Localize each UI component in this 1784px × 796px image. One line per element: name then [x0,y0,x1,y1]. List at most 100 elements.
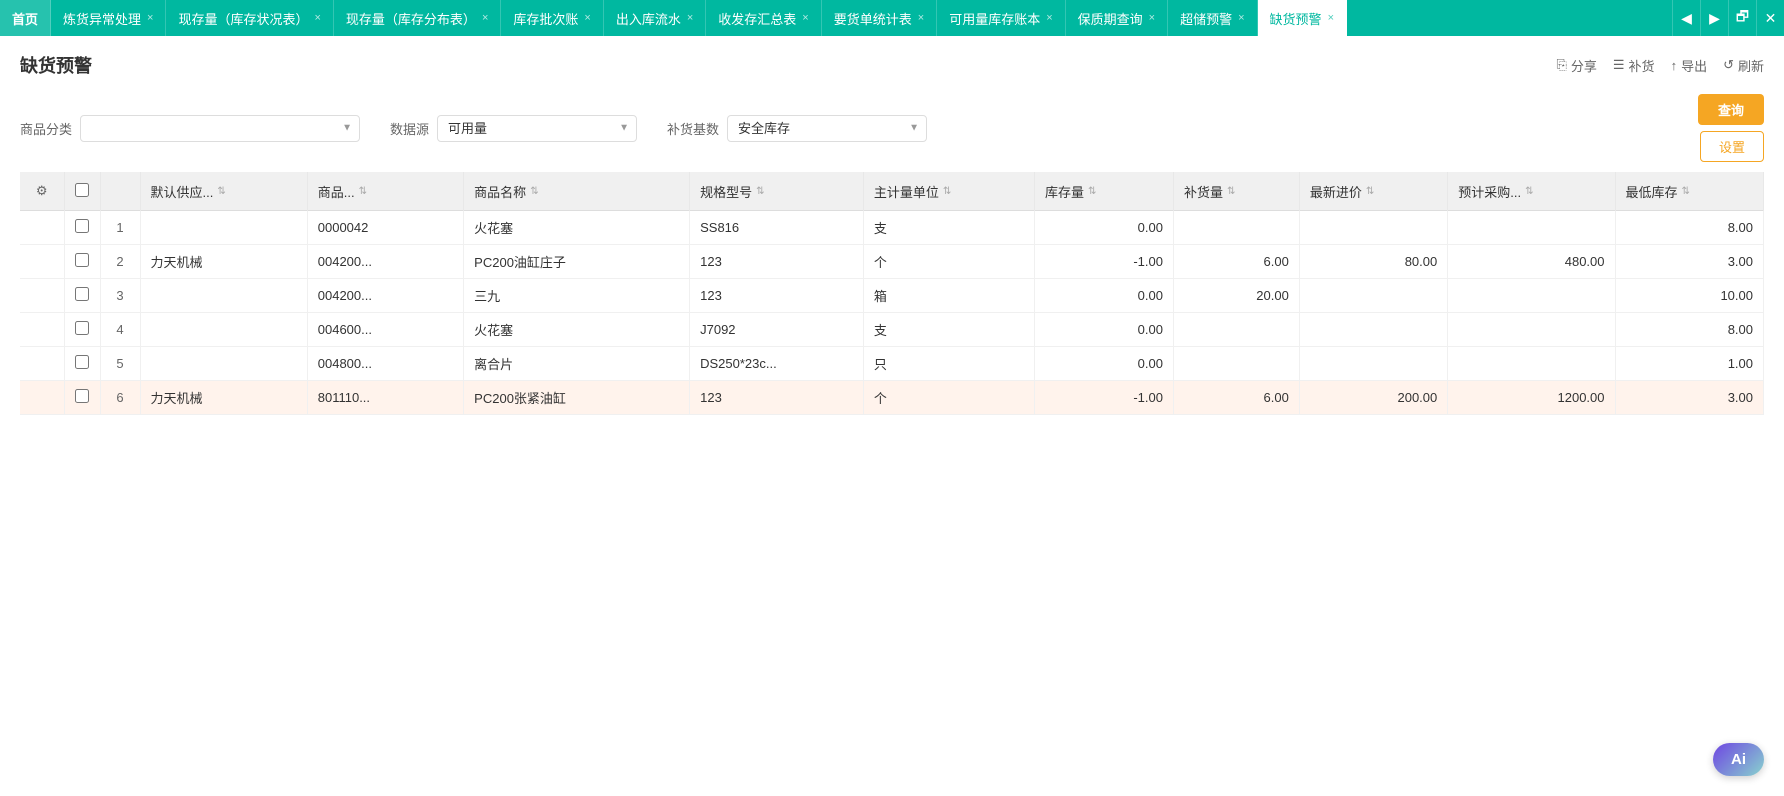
refresh-button[interactable]: ↺ 刷新 [1723,56,1764,75]
row-gear [20,245,64,279]
select-all-checkbox[interactable] [75,183,89,197]
column-header-unit[interactable]: 主计量单位 ⇅ [863,172,1034,211]
row-select-checkbox[interactable] [75,219,89,233]
close-icon[interactable]: × [314,12,320,24]
row-latest-price [1299,279,1447,313]
row-stock: -1.00 [1034,245,1173,279]
export-button[interactable]: ↑ 导出 [1671,56,1708,75]
close-icon[interactable]: × [147,12,153,24]
row-select-checkbox[interactable] [75,321,89,335]
close-icon[interactable]: × [802,12,808,24]
row-checkbox[interactable] [64,313,100,347]
replenish-select[interactable]: 安全库存 [727,115,927,142]
column-header-supplier[interactable]: 默认供应... ⇅ [140,172,307,211]
row-select-checkbox[interactable] [75,287,89,301]
nav-tab-defect[interactable]: 炼货异常处理 × [51,0,166,36]
row-gear [20,279,64,313]
close-icon[interactable]: × [1238,12,1244,24]
row-name: 火花塞 [464,313,690,347]
column-header-min-stock[interactable]: 最低库存 ⇅ [1615,172,1764,211]
nav-tab-stock-status[interactable]: 现存量（库存状况表） × [166,0,333,36]
row-unit: 只 [863,347,1034,381]
row-stock: -1.00 [1034,381,1173,415]
nav-tab-batch[interactable]: 库存批次账 × [501,0,603,36]
row-replenish-qty [1173,211,1299,245]
close-window-button[interactable]: ✕ [1756,0,1784,36]
row-stock: 0.00 [1034,279,1173,313]
page-title: 缺货预警 [20,52,92,78]
settings-button[interactable]: 设置 [1700,131,1764,162]
replenish-select-wrapper: 安全库存 [727,115,927,142]
close-icon[interactable]: × [1328,12,1334,24]
column-header-stock[interactable]: 库存量 ⇅ [1034,172,1173,211]
row-select-checkbox[interactable] [75,355,89,369]
column-header-replenish[interactable]: 补货量 ⇅ [1173,172,1299,211]
close-icon[interactable]: × [584,12,590,24]
gear-icon[interactable]: ⚙ [31,180,53,202]
row-min-stock: 8.00 [1615,313,1764,347]
column-header-name[interactable]: 商品名称 ⇅ [464,172,690,211]
share-button[interactable]: ⎘ 分享 [1556,56,1596,75]
row-supplier: 力天机械 [140,381,307,415]
row-latest-price: 200.00 [1299,381,1447,415]
row-checkbox[interactable] [64,381,100,415]
table-row: 5 004800... 离合片 DS250*23c... 只 0.00 1.00 [20,347,1764,381]
nav-tab-inout[interactable]: 出入库流水 × [604,0,706,36]
row-code: 004600... [307,313,463,347]
row-unit: 个 [863,381,1034,415]
nav-tab-collect[interactable]: 收发存汇总表 × [706,0,821,36]
query-button[interactable]: 查询 [1698,94,1764,125]
datasource-select[interactable]: 可用量 [437,115,637,142]
row-checkbox[interactable] [64,211,100,245]
export-icon: ↑ [1671,58,1678,73]
nav-tab-home[interactable]: 首页 [0,0,51,36]
table-row: 6 力天机械 801110... PC200张紧油缸 123 个 -1.00 6… [20,381,1764,415]
column-header-latest-price[interactable]: 最新进价 ⇅ [1299,172,1447,211]
row-supplier [140,313,307,347]
row-stock: 0.00 [1034,313,1173,347]
nav-tab-order-stat[interactable]: 要货单统计表 × [822,0,937,36]
column-header-est-purchase[interactable]: 预计采购... ⇅ [1448,172,1615,211]
column-header-spec[interactable]: 规格型号 ⇅ [690,172,864,211]
header-actions: ⎘ 分享 ☰ 补货 ↑ 导出 ↺ 刷新 [1556,56,1764,75]
nav-tab-expiry[interactable]: 保质期查询 × [1066,0,1168,36]
nav-tab-stock-dist[interactable]: 现存量（库存分布表） × [334,0,501,36]
row-spec: SS816 [690,211,864,245]
row-supplier: 力天机械 [140,245,307,279]
close-icon[interactable]: × [482,12,488,24]
restore-window-button[interactable]: 🗗 [1728,0,1756,36]
close-icon[interactable]: × [1149,12,1155,24]
category-select[interactable] [80,115,360,142]
row-stock: 0.00 [1034,211,1173,245]
row-min-stock: 3.00 [1615,381,1764,415]
close-icon[interactable]: × [918,12,924,24]
row-gear [20,313,64,347]
sort-icon: ⇅ [530,186,538,197]
replenish-button[interactable]: ☰ 补货 [1613,56,1655,75]
row-supplier [140,279,307,313]
nav-next-button[interactable]: ▶ [1700,0,1728,36]
row-checkbox[interactable] [64,347,100,381]
datasource-filter-group: 数据源 可用量 [390,115,637,142]
nav-tab-overstock[interactable]: 超储预警 × [1168,0,1257,36]
row-min-stock: 3.00 [1615,245,1764,279]
share-icon: ⎘ [1556,57,1566,73]
top-navigation: 首页 炼货异常处理 × 现存量（库存状况表） × 现存量（库存分布表） × 库存… [0,0,1784,36]
row-code: 004800... [307,347,463,381]
column-header-code[interactable]: 商品... ⇅ [307,172,463,211]
row-checkbox[interactable] [64,279,100,313]
column-header-settings[interactable]: ⚙ [20,172,64,211]
row-checkbox[interactable] [64,245,100,279]
nav-tab-shortage[interactable]: 缺货预警 × [1258,0,1347,36]
row-spec: 123 [690,245,864,279]
row-select-checkbox[interactable] [75,389,89,403]
nav-tab-avail-ledger[interactable]: 可用量库存账本 × [937,0,1065,36]
close-icon[interactable]: × [1046,12,1052,24]
ai-button[interactable]: Ai [1713,743,1764,776]
nav-prev-button[interactable]: ◀ [1672,0,1700,36]
row-gear [20,347,64,381]
close-icon[interactable]: × [687,12,693,24]
sort-icon: ⇅ [359,186,367,197]
row-select-checkbox[interactable] [75,253,89,267]
row-unit: 支 [863,313,1034,347]
